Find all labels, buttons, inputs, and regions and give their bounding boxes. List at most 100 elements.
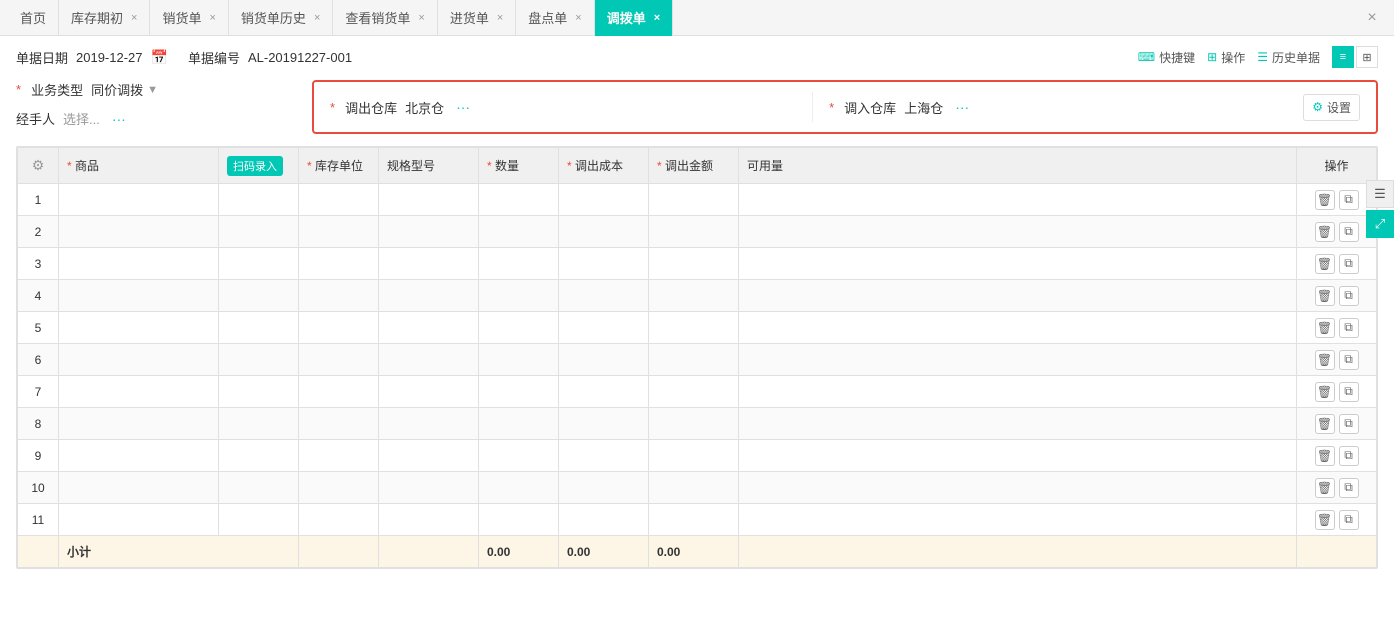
row-spec[interactable] — [379, 376, 479, 408]
row-product[interactable] — [59, 216, 219, 248]
copy-row-button[interactable]: ⧉ — [1339, 446, 1359, 466]
row-product[interactable] — [59, 248, 219, 280]
delete-row-button[interactable]: 🗑 — [1315, 286, 1335, 306]
close-sales-order-icon[interactable]: × — [209, 12, 215, 24]
row-product[interactable] — [59, 280, 219, 312]
row-amount[interactable] — [649, 472, 739, 504]
transfer-out-ellipsis-btn[interactable]: ··· — [452, 99, 474, 115]
row-qty[interactable] — [479, 440, 559, 472]
tab-sales-history[interactable]: 销货单历史 × — [229, 0, 333, 36]
row-unit[interactable] — [299, 472, 379, 504]
tab-inventory-check[interactable]: 盘点单 × — [516, 0, 594, 36]
row-unit[interactable] — [299, 344, 379, 376]
row-cost[interactable] — [559, 472, 649, 504]
row-product[interactable] — [59, 312, 219, 344]
delete-row-button[interactable]: 🗑 — [1315, 446, 1335, 466]
row-cost[interactable] — [559, 376, 649, 408]
row-qty[interactable] — [479, 216, 559, 248]
handler-ellipsis-btn[interactable]: ··· — [108, 111, 130, 127]
row-product[interactable] — [59, 440, 219, 472]
history-action[interactable]: ☰ 历史单据 — [1257, 49, 1320, 66]
close-inventory-check-icon[interactable]: × — [575, 12, 581, 24]
close-all-tabs-button[interactable]: × — [1358, 4, 1386, 32]
copy-row-button[interactable]: ⧉ — [1339, 318, 1359, 338]
row-unit[interactable] — [299, 408, 379, 440]
row-unit[interactable] — [299, 312, 379, 344]
row-qty[interactable] — [479, 280, 559, 312]
tab-inventory-init[interactable]: 库存期初 × — [59, 0, 150, 36]
row-unit[interactable] — [299, 376, 379, 408]
row-amount[interactable] — [649, 280, 739, 312]
copy-row-button[interactable]: ⧉ — [1339, 222, 1359, 242]
tab-view-sales[interactable]: 查看销货单 × — [333, 0, 437, 36]
float-expand-button[interactable]: ⤢ — [1366, 210, 1394, 238]
row-qty[interactable] — [479, 312, 559, 344]
copy-row-button[interactable]: ⧉ — [1339, 286, 1359, 306]
calendar-icon[interactable]: 📅 — [151, 49, 168, 66]
row-qty[interactable] — [479, 344, 559, 376]
row-spec[interactable] — [379, 312, 479, 344]
tab-sales-order[interactable]: 销货单 × — [150, 0, 228, 36]
row-unit[interactable] — [299, 280, 379, 312]
delete-row-button[interactable]: 🗑 — [1315, 350, 1335, 370]
row-product[interactable] — [59, 376, 219, 408]
row-cost[interactable] — [559, 248, 649, 280]
date-value[interactable]: 2019-12-27 — [76, 50, 143, 65]
row-cost[interactable] — [559, 184, 649, 216]
row-spec[interactable] — [379, 344, 479, 376]
row-amount[interactable] — [649, 216, 739, 248]
delete-row-button[interactable]: 🗑 — [1315, 414, 1335, 434]
delete-row-button[interactable]: 🗑 — [1315, 382, 1335, 402]
close-purchase-order-icon[interactable]: × — [497, 12, 503, 24]
business-type-select[interactable]: 同价调拨 ▼ — [91, 80, 158, 99]
copy-row-button[interactable]: ⧉ — [1339, 414, 1359, 434]
row-amount[interactable] — [649, 344, 739, 376]
transfer-out-value[interactable]: 北京仓 — [405, 98, 444, 117]
row-spec[interactable] — [379, 216, 479, 248]
layout-btn-grid[interactable]: ⊞ — [1356, 46, 1378, 68]
row-spec[interactable] — [379, 408, 479, 440]
row-amount[interactable] — [649, 184, 739, 216]
row-unit[interactable] — [299, 248, 379, 280]
transfer-in-ellipsis-btn[interactable]: ··· — [951, 99, 973, 115]
delete-row-button[interactable]: 🗑 — [1315, 254, 1335, 274]
copy-row-button[interactable]: ⧉ — [1339, 478, 1359, 498]
row-qty[interactable] — [479, 376, 559, 408]
row-spec[interactable] — [379, 472, 479, 504]
row-product[interactable] — [59, 472, 219, 504]
copy-row-button[interactable]: ⧉ — [1339, 510, 1359, 530]
settings-button[interactable]: ⚙ 设置 — [1303, 94, 1360, 121]
float-notes-button[interactable]: ☰ — [1366, 180, 1394, 208]
row-cost[interactable] — [559, 216, 649, 248]
row-amount[interactable] — [649, 440, 739, 472]
delete-row-button[interactable]: 🗑 — [1315, 510, 1335, 530]
shortcut-key-action[interactable]: ⌨ 快捷键 — [1138, 49, 1195, 66]
close-inventory-init-icon[interactable]: × — [131, 12, 137, 24]
handler-value[interactable]: 选择... — [63, 109, 100, 128]
copy-row-button[interactable]: ⧉ — [1339, 382, 1359, 402]
close-view-sales-icon[interactable]: × — [418, 12, 424, 24]
row-unit[interactable] — [299, 504, 379, 536]
delete-row-button[interactable]: 🗑 — [1315, 190, 1335, 210]
row-cost[interactable] — [559, 344, 649, 376]
tab-purchase-order[interactable]: 进货单 × — [438, 0, 516, 36]
delete-row-button[interactable]: 🗑 — [1315, 478, 1335, 498]
layout-btn-list[interactable]: ≡ — [1332, 46, 1354, 68]
row-cost[interactable] — [559, 408, 649, 440]
transfer-in-value[interactable]: 上海仓 — [904, 98, 943, 117]
row-product[interactable] — [59, 344, 219, 376]
close-transfer-order-icon[interactable]: × — [654, 12, 660, 24]
copy-row-button[interactable]: ⧉ — [1339, 254, 1359, 274]
table-gear-button[interactable]: ⚙ — [26, 154, 50, 178]
row-qty[interactable] — [479, 248, 559, 280]
row-amount[interactable] — [649, 376, 739, 408]
copy-row-button[interactable]: ⧉ — [1339, 350, 1359, 370]
row-cost[interactable] — [559, 504, 649, 536]
row-cost[interactable] — [559, 312, 649, 344]
row-spec[interactable] — [379, 248, 479, 280]
row-spec[interactable] — [379, 504, 479, 536]
tab-home[interactable]: 首页 — [8, 0, 59, 36]
row-unit[interactable] — [299, 184, 379, 216]
row-amount[interactable] — [649, 248, 739, 280]
copy-row-button[interactable]: ⧉ — [1339, 190, 1359, 210]
